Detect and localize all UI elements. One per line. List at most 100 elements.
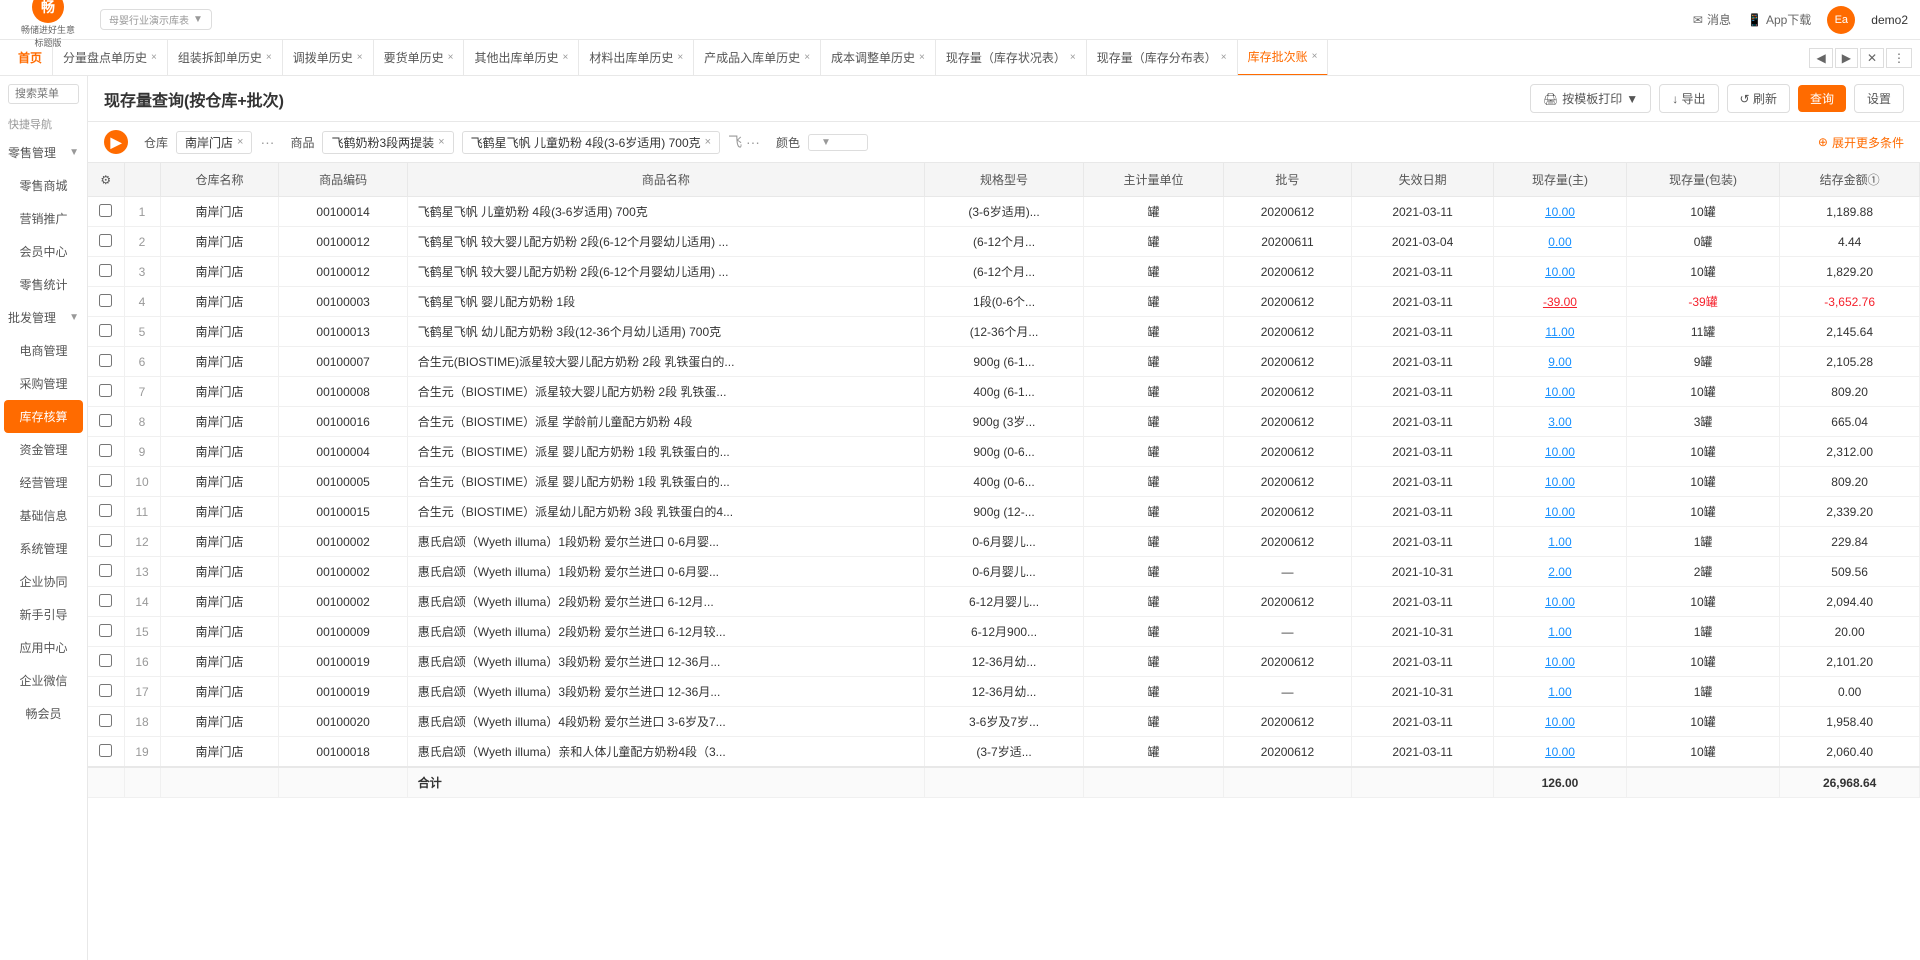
cell-stock-main[interactable]: 10.00 (1494, 737, 1627, 768)
cell-checkbox[interactable] (88, 617, 124, 647)
tab-3-close[interactable]: × (357, 52, 363, 63)
col-settings[interactable]: ⚙ (88, 163, 124, 197)
search-input[interactable] (8, 84, 79, 104)
cell-checkbox[interactable] (88, 437, 124, 467)
tab-5[interactable]: 其他出库单历史 × (464, 40, 579, 76)
sidebar-quick-nav[interactable]: 快捷导航 (0, 112, 87, 136)
sidebar-item-retail-mgmt[interactable]: 零售管理▼ (0, 136, 87, 169)
warehouse-more[interactable]: ··· (260, 134, 274, 150)
sidebar-item-basic-info[interactable]: 基础信息 (0, 499, 87, 532)
cell-stock-main[interactable]: 10.00 (1494, 437, 1627, 467)
cell-checkbox[interactable] (88, 257, 124, 287)
settings-btn[interactable]: 设置 (1854, 84, 1904, 113)
sidebar-item-guide[interactable]: 新手引导 (0, 598, 87, 631)
sidebar-item-member[interactable]: 会员中心 (0, 235, 87, 268)
cell-checkbox[interactable] (88, 197, 124, 227)
sidebar-item-wholesale[interactable]: 批发管理▼ (0, 301, 87, 334)
cell-checkbox[interactable] (88, 557, 124, 587)
cell-checkbox[interactable] (88, 497, 124, 527)
cell-checkbox[interactable] (88, 347, 124, 377)
avatar[interactable]: Ea (1827, 6, 1855, 34)
tab-2[interactable]: 组装拆卸单历史 × (168, 40, 283, 76)
sidebar-item-finance[interactable]: 资金管理 (0, 433, 87, 466)
export-btn[interactable]: ↓ 导出 (1659, 84, 1718, 113)
cell-stock-main[interactable]: 2.00 (1494, 557, 1627, 587)
tab-2-close[interactable]: × (266, 52, 272, 63)
query-btn[interactable]: 查询 (1798, 85, 1846, 112)
cell-stock-main[interactable]: 10.00 (1494, 707, 1627, 737)
cell-stock-main[interactable]: 10.00 (1494, 587, 1627, 617)
nav-menu-btn[interactable]: ⋮ (1886, 48, 1912, 68)
sidebar-item-purchase[interactable]: 采购管理 (0, 367, 87, 400)
tab-8-close[interactable]: × (919, 52, 925, 63)
nav-close-btn[interactable]: ✕ (1860, 48, 1884, 68)
cell-checkbox[interactable] (88, 647, 124, 677)
tab-4[interactable]: 要货单历史 × (374, 40, 465, 76)
expand-more-btn[interactable]: ⊕ 展开更多条件 (1818, 134, 1904, 151)
tab-7-close[interactable]: × (804, 52, 810, 63)
product-tag-1-remove[interactable]: × (438, 136, 444, 148)
cell-checkbox[interactable] (88, 377, 124, 407)
cell-stock-main[interactable]: 3.00 (1494, 407, 1627, 437)
tab-11-active[interactable]: 库存批次账 × (1238, 40, 1329, 76)
sidebar-item-member2[interactable]: 畅会员 (0, 697, 87, 730)
warehouse-tag[interactable]: 南岸门店 × (176, 131, 252, 154)
cell-stock-main[interactable]: 10.00 (1494, 647, 1627, 677)
cell-stock-main[interactable]: 0.00 (1494, 227, 1627, 257)
cell-stock-main[interactable]: 10.00 (1494, 377, 1627, 407)
color-dropdown[interactable]: ▼ (808, 134, 868, 151)
cell-checkbox[interactable] (88, 677, 124, 707)
sidebar-item-marketing[interactable]: 营销推广 (0, 202, 87, 235)
cell-stock-main[interactable]: 9.00 (1494, 347, 1627, 377)
tab-6[interactable]: 材料出库单历史 × (579, 40, 694, 76)
tab-1-close[interactable]: × (151, 52, 157, 63)
cell-checkbox[interactable] (88, 407, 124, 437)
cell-stock-main[interactable]: 10.00 (1494, 467, 1627, 497)
print-btn[interactable]: 🖨 按模板打印 ▼ (1530, 84, 1651, 113)
cell-checkbox[interactable] (88, 527, 124, 557)
cell-checkbox[interactable] (88, 707, 124, 737)
cell-stock-main[interactable]: 10.00 (1494, 257, 1627, 287)
workspace-selector[interactable]: 母婴行业演示库表 ▼ (100, 9, 212, 30)
product-tag-2-remove[interactable]: × (705, 136, 711, 148)
tab-11-close[interactable]: × (1312, 51, 1318, 62)
sidebar-item-retail-mall[interactable]: 零售商城 (0, 169, 87, 202)
message-btn[interactable]: ✉ 消息 (1693, 11, 1731, 28)
sidebar-item-business[interactable]: 经营管理 (0, 466, 87, 499)
nav-prev-btn[interactable]: ◀ (1809, 48, 1832, 68)
cell-checkbox[interactable] (88, 227, 124, 257)
tab-7[interactable]: 产成品入库单历史 × (694, 40, 821, 76)
sidebar-item-retail-stats[interactable]: 零售统计 (0, 268, 87, 301)
sidebar-item-enterprise[interactable]: 企业协同 (0, 565, 87, 598)
cell-stock-main[interactable]: 10.00 (1494, 497, 1627, 527)
cell-stock-main[interactable]: 11.00 (1494, 317, 1627, 347)
cell-checkbox[interactable] (88, 317, 124, 347)
tab-9-close[interactable]: × (1070, 52, 1076, 63)
tab-5-close[interactable]: × (562, 52, 568, 63)
refresh-btn[interactable]: ↺ 刷新 (1727, 84, 1790, 113)
product-tag-1[interactable]: 飞鹤奶粉3段两提装 × (322, 131, 453, 154)
sidebar-item-app-center[interactable]: 应用中心 (0, 631, 87, 664)
warehouse-tag-remove[interactable]: × (237, 136, 243, 148)
sidebar-item-system[interactable]: 系统管理 (0, 532, 87, 565)
tab-10-close[interactable]: × (1221, 52, 1227, 63)
tab-3[interactable]: 调拨单历史 × (283, 40, 374, 76)
tab-10[interactable]: 现存量（库存分布表） × (1087, 40, 1238, 76)
tab-home[interactable]: 首页 (8, 40, 53, 76)
tab-1[interactable]: 分量盘点单历史 × (53, 40, 168, 76)
sidebar-item-ecommerce[interactable]: 电商管理 (0, 334, 87, 367)
nav-next-btn[interactable]: ▶ (1835, 48, 1858, 68)
cell-checkbox[interactable] (88, 287, 124, 317)
tab-4-close[interactable]: × (448, 52, 454, 63)
cell-checkbox[interactable] (88, 467, 124, 497)
cell-stock-main[interactable]: 1.00 (1494, 527, 1627, 557)
tab-9[interactable]: 现存量（库存状况表） × (936, 40, 1087, 76)
product-tag-2[interactable]: 飞鹤星飞帆 儿童奶粉 4段(3-6岁适用) 700克 × (462, 131, 720, 154)
sidebar-item-inventory[interactable]: 库存核算 (4, 400, 83, 433)
tab-6-close[interactable]: × (677, 52, 683, 63)
cell-checkbox[interactable] (88, 587, 124, 617)
sidebar-item-wechat[interactable]: 企业微信 (0, 664, 87, 697)
cell-checkbox[interactable] (88, 737, 124, 768)
app-download-btn[interactable]: 📱 App下载 (1747, 11, 1811, 28)
tab-8[interactable]: 成本调整单历史 × (821, 40, 936, 76)
